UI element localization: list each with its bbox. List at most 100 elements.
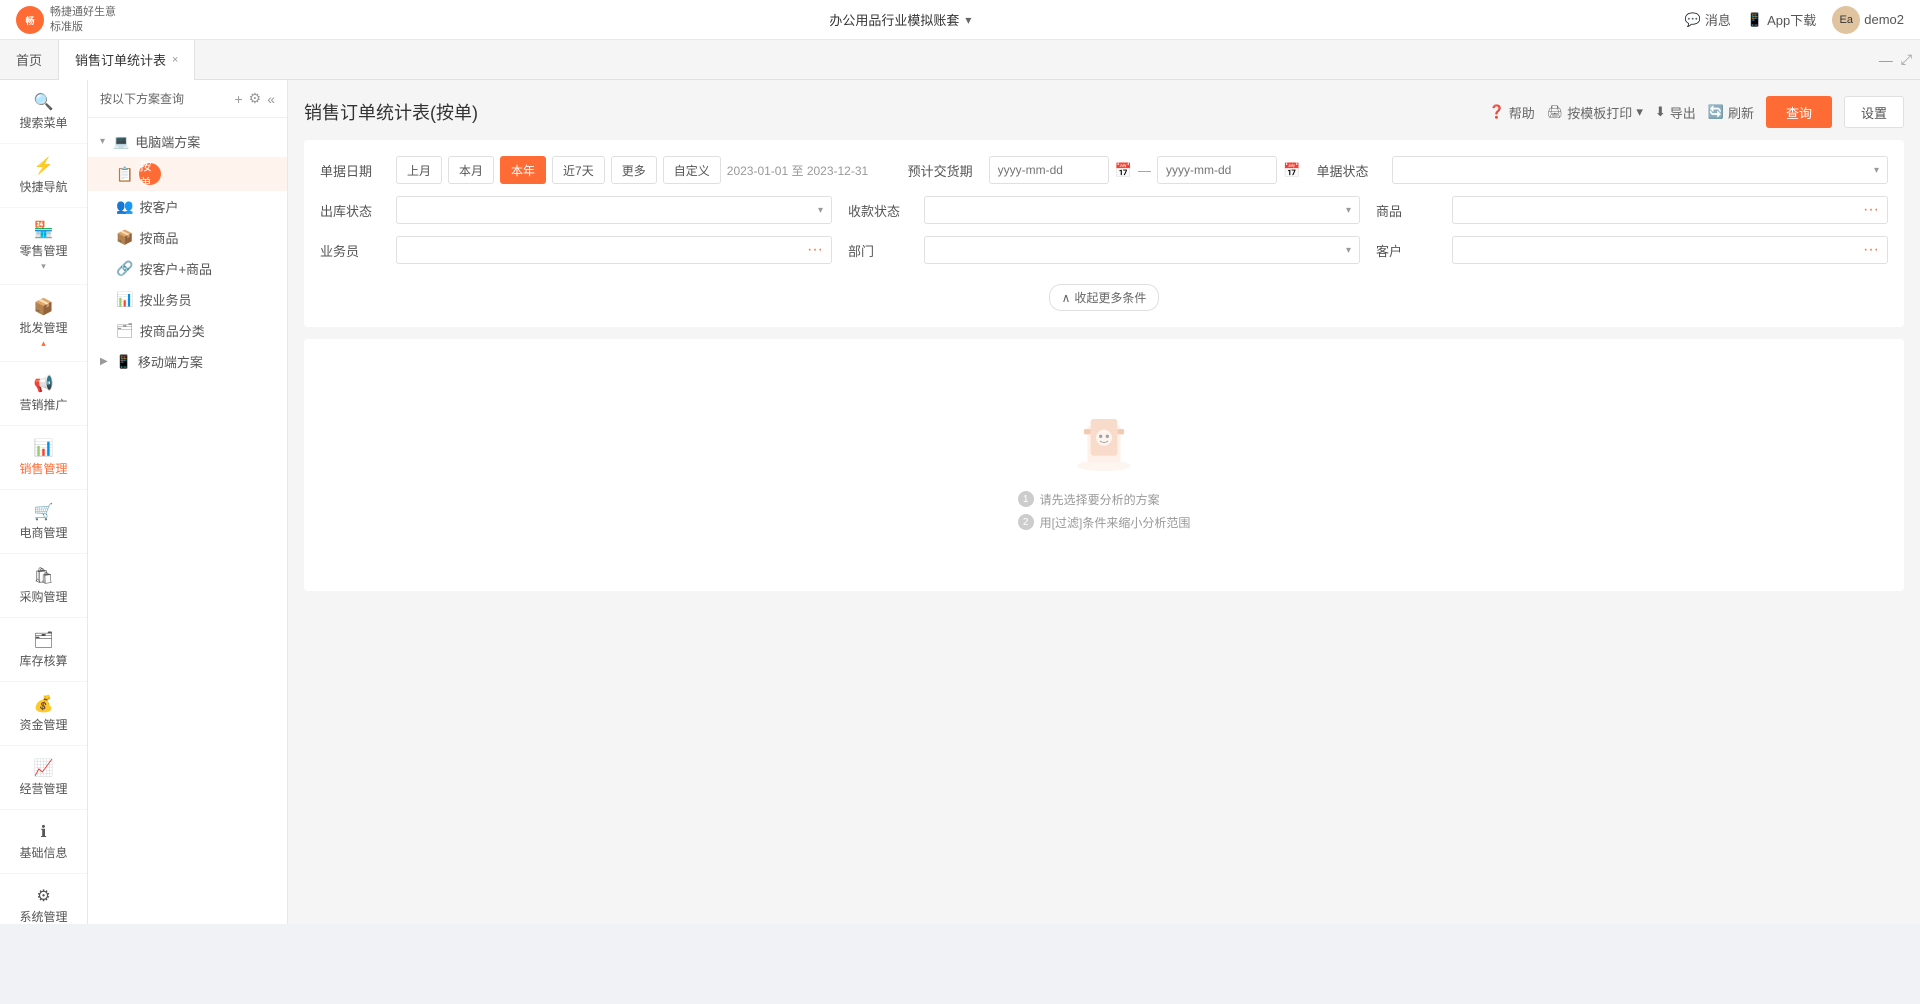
last7days-btn[interactable]: 近7天 [552, 156, 605, 184]
more-date-btn[interactable]: 更多 [611, 156, 657, 184]
sidebar-item-inventory[interactable]: 🗂 库存核算 [0, 618, 87, 682]
tree-item-by-customer[interactable]: 👥 按客户 [88, 191, 287, 222]
marketing-icon: 📢 [34, 374, 54, 394]
tree-arrow-desktop: ▾ [100, 136, 105, 147]
sidebar-item-system[interactable]: ⚙ 系统管理 [0, 874, 87, 924]
customer-dropdown[interactable]: ··· [1452, 236, 1888, 264]
filter-row-status: 出库状态 ▾ 收款状态 ▾ 商品 · [320, 196, 1888, 224]
order-status-label: 单据状态 [1316, 161, 1376, 180]
business-person-label: 业务员 [320, 241, 380, 260]
sidebar-search[interactable]: 🔍 搜索菜单 [0, 80, 87, 144]
tree-item-by-order[interactable]: 📋 按单 [88, 157, 287, 191]
query-btn[interactable]: 查询 [1766, 96, 1832, 128]
shipment-status-label: 出库状态 [320, 201, 380, 220]
expected-delivery-label: 预计交货期 [908, 161, 973, 180]
customer-ellipsis: ··· [1863, 241, 1879, 259]
date-separator: — [1138, 163, 1151, 178]
sidebar-item-marketing[interactable]: 📢 营销推广 [0, 362, 87, 426]
calendar-icon-from: 📅 [1115, 162, 1132, 179]
company-dropdown-btn[interactable]: ▾ [965, 13, 971, 27]
sidebar-item-purchase[interactable]: 🛍 采购管理 [0, 554, 87, 618]
print-btn[interactable]: 🖨 按模板打印 ▾ [1547, 103, 1643, 122]
basic-info-icon: ℹ [40, 822, 46, 842]
tree-item-by-customer-goods[interactable]: 🔗 按客户+商品 [88, 253, 287, 284]
settings-scheme-btn[interactable]: ⚙ [249, 90, 262, 107]
empty-tip-2: 2 用[过滤]条件来缩小分析范围 [1018, 514, 1191, 531]
sidebar-item-sales[interactable]: 📊 销售管理 [0, 426, 87, 490]
tab-minimize-btn[interactable]: — [1879, 52, 1893, 68]
goods-label: 商品 [1376, 201, 1436, 220]
refresh-btn[interactable]: 🔄 刷新 [1708, 103, 1754, 122]
shipment-status-dropdown[interactable]: ▾ [396, 196, 832, 224]
this-month-btn[interactable]: 本月 [448, 156, 494, 184]
main-content: 销售订单统计表(按单) ❓ 帮助 🖨 按模板打印 ▾ ⬇ 导出 [288, 80, 1920, 924]
sidebar-item-basic-info[interactable]: ℹ 基础信息 [0, 810, 87, 874]
sidebar-item-ecommerce[interactable]: 🛒 电商管理 [0, 490, 87, 554]
app-icon: 📱 [1747, 12, 1763, 28]
collapse-panel-btn[interactable]: « [267, 91, 275, 107]
delivery-date-from[interactable] [989, 156, 1109, 184]
order-status-chevron: ▾ [1874, 165, 1879, 176]
user-name: demo2 [1864, 12, 1904, 27]
collapse-conditions-btn[interactable]: ∧ 收起更多条件 [1049, 284, 1160, 311]
sidebar-item-operations[interactable]: 📈 经营管理 [0, 746, 87, 810]
add-scheme-btn[interactable]: + [234, 91, 242, 107]
department-dropdown[interactable]: ▾ [924, 236, 1360, 264]
export-icon: ⬇ [1655, 104, 1666, 120]
svg-text:畅: 畅 [25, 15, 34, 26]
sidebar-item-retail[interactable]: 🏪 零售管理 ▾ [0, 208, 87, 285]
tree-item-by-goods[interactable]: 📦 按商品 [88, 222, 287, 253]
tree-mobile-schemes[interactable]: ▶ 📱 移动端方案 [88, 346, 287, 377]
logo-area: 畅 畅捷通好生意 标准版 [16, 5, 116, 34]
tab-maximize-btn[interactable]: ⤢ [1901, 51, 1912, 68]
goods-ellipsis: ··· [1863, 201, 1879, 219]
business-person-dropdown[interactable]: ··· [396, 236, 832, 264]
left-panel-actions: + ⚙ « [234, 90, 275, 107]
order-status-dropdown[interactable]: ▾ [1392, 156, 1888, 184]
tree-item-by-category[interactable]: 🗂 按商品分类 [88, 315, 287, 346]
tab-home[interactable]: 首页 [0, 40, 59, 80]
this-year-btn[interactable]: 本年 [500, 156, 546, 184]
shipment-status-control: ▾ [396, 196, 832, 224]
tree-item-by-salesperson[interactable]: 📊 按业务员 [88, 284, 287, 315]
content-area: 按以下方案查询 + ⚙ « ▾ 💻 电脑端方案 📋 按单 👥 [88, 80, 1920, 924]
top-bar: 畅 畅捷通好生意 标准版 办公用品行业模拟账套 ▾ 💬 消息 📱 App下载 E… [0, 0, 1920, 40]
active-badge: 按单 [139, 163, 161, 185]
page-actions: ❓ 帮助 🖨 按模板打印 ▾ ⬇ 导出 🔄 刷新 [1489, 96, 1904, 128]
setting-btn[interactable]: 设置 [1844, 96, 1904, 128]
sidebar: 🔍 搜索菜单 ⚡ 快捷导航 🏪 零售管理 ▾ 📦 批发管理 ▴ 📢 营销推广 📊… [0, 80, 88, 924]
operations-icon: 📈 [34, 758, 54, 778]
date-filter-label: 单据日期 [320, 161, 380, 180]
sidebar-item-finance[interactable]: 💰 资金管理 [0, 682, 87, 746]
system-icon: ⚙ [36, 886, 50, 906]
user-avatar-area[interactable]: Ea demo2 [1832, 6, 1904, 34]
expected-delivery-control: 📅 — 📅 [989, 156, 1301, 184]
export-btn[interactable]: ⬇ 导出 [1655, 103, 1696, 122]
empty-tips: 1 请先选择要分析的方案 2 用[过滤]条件来缩小分析范围 [1018, 491, 1191, 531]
tree-desktop-schemes[interactable]: ▾ 💻 电脑端方案 [88, 126, 287, 157]
sidebar-item-wholesale[interactable]: 📦 批发管理 ▴ [0, 285, 87, 362]
last-month-btn[interactable]: 上月 [396, 156, 442, 184]
refresh-icon: 🔄 [1708, 104, 1724, 120]
goods-dropdown[interactable]: ··· [1452, 196, 1888, 224]
empty-illustration [1064, 399, 1144, 479]
collection-status-dropdown[interactable]: ▾ [924, 196, 1360, 224]
tree-arrow-mobile: ▶ [100, 356, 108, 367]
collection-status-label: 收款状态 [848, 201, 908, 220]
shipment-chevron: ▾ [818, 205, 823, 216]
company-name-area[interactable]: 办公用品行业模拟账套 ▾ [829, 10, 971, 29]
tab-sales-order-stats[interactable]: 销售订单统计表 × [59, 40, 195, 80]
sidebar-quick-nav[interactable]: ⚡ 快捷导航 [0, 144, 87, 208]
custom-date-btn[interactable]: 自定义 [663, 156, 721, 184]
app-download-btn[interactable]: 📱 App下载 [1747, 10, 1816, 29]
inventory-icon: 🗂 [33, 630, 53, 650]
collection-chevron: ▾ [1346, 205, 1351, 216]
filter-area: 单据日期 上月 本月 本年 近7天 更多 自定义 2023-01-01 至 20… [304, 140, 1904, 327]
help-icon: ❓ [1489, 104, 1505, 120]
message-btn[interactable]: 💬 消息 [1685, 10, 1731, 29]
help-btn[interactable]: ❓ 帮助 [1489, 103, 1535, 122]
delivery-date-to[interactable] [1157, 156, 1277, 184]
filter-row-date: 单据日期 上月 本月 本年 近7天 更多 自定义 2023-01-01 至 20… [320, 156, 1888, 184]
tab-close-btn[interactable]: × [172, 54, 178, 66]
goods-control: ··· [1452, 196, 1888, 224]
